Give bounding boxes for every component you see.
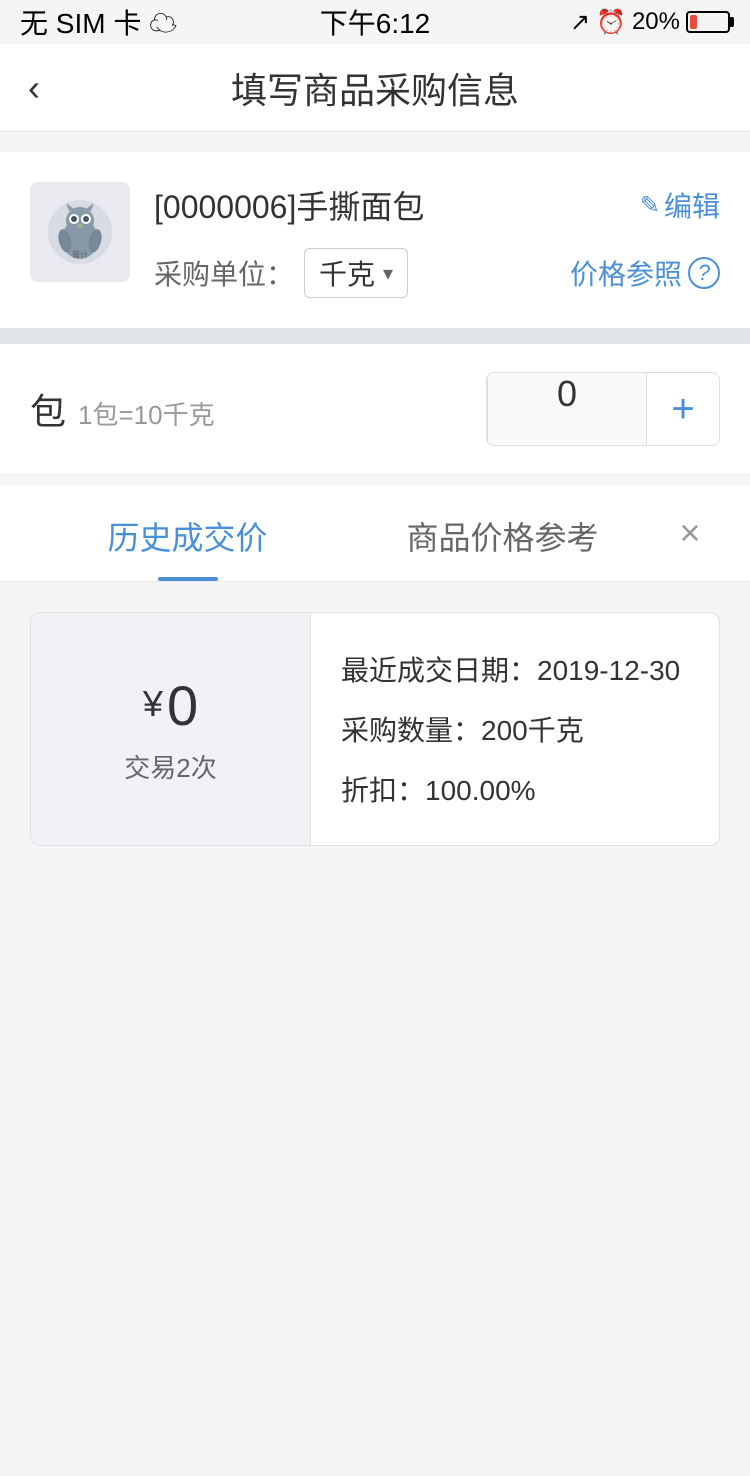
product-info: [0000006]手撕面包 ✎ 编辑 采购单位： 千克 ▾ 价格参照 ? [154, 182, 720, 298]
transaction-count: 交易2次 [124, 748, 216, 785]
info-icon: ? [688, 257, 720, 289]
quantity-value: 0 [487, 373, 647, 445]
transaction-price: ¥ 0 [143, 673, 198, 738]
quantity-row: 包 1包=10千克 0 + [0, 344, 750, 475]
status-right-group: ↗ ⏰ 20% [570, 8, 730, 37]
unit-select[interactable]: 千克 ▾ [304, 248, 408, 298]
discount-value: 100.00% [425, 775, 536, 806]
product-id: [0000006] [154, 189, 296, 225]
back-button[interactable]: ‹ [28, 67, 40, 109]
purchase-quantity-label: 采购数量： [341, 715, 481, 746]
tabs-container: 历史成交价 商品价格参考 × [0, 485, 750, 582]
status-signal: 无 SIM 卡 ☁ [20, 2, 177, 42]
tab-historical-price[interactable]: 历史成交价 [30, 485, 345, 581]
chevron-down-icon: ▾ [383, 261, 393, 286]
product-card: 餐计 [0000006]手撕面包 ✎ 编辑 采购单位： 千克 ▾ 价格参照 ? [0, 152, 750, 328]
battery-fill [690, 15, 697, 29]
tab-historical-price-label: 历史成交价 [107, 520, 267, 556]
transaction-card: ¥ 0 交易2次 最近成交日期：2019-12-30 采购数量：200千克 折扣… [30, 612, 720, 846]
quantity-unit: 包 [30, 383, 66, 435]
product-header: [0000006]手撕面包 ✎ 编辑 [154, 182, 720, 228]
status-battery-text: 20% [632, 8, 680, 36]
product-unit-row: 采购单位： 千克 ▾ 价格参照 ? [154, 248, 720, 298]
tab-close-button[interactable]: × [660, 503, 720, 563]
tab-price-reference[interactable]: 商品价格参考 [345, 485, 660, 581]
recent-date-label: 最近成交日期： [341, 655, 537, 686]
page-title: 填写商品采购信息 [231, 62, 519, 114]
tab-price-reference-label: 商品价格参考 [406, 520, 598, 556]
quantity-label-group: 包 1包=10千克 [30, 383, 215, 435]
transaction-section: ¥ 0 交易2次 最近成交日期：2019-12-30 采购数量：200千克 折扣… [0, 582, 750, 876]
purchase-quantity-row: 采购数量：200千克 [341, 709, 689, 749]
edit-label: 编辑 [664, 185, 720, 225]
status-time: 下午6:12 [320, 2, 431, 42]
status-bar: 无 SIM 卡 ☁ 下午6:12 ↗ ⏰ 20% [0, 0, 750, 44]
recent-date-row: 最近成交日期：2019-12-30 [341, 649, 689, 689]
svg-text:餐计: 餐计 [72, 249, 88, 259]
transaction-price-panel: ¥ 0 交易2次 [31, 613, 311, 845]
price-reference-button[interactable]: 价格参照 ? [570, 253, 720, 293]
product-logo-icon: 餐计 [45, 197, 115, 267]
edit-icon: ✎ [640, 191, 660, 220]
recent-date-value: 2019-12-30 [537, 655, 680, 686]
status-location-icon: ↗ [570, 8, 590, 37]
quantity-conversion: 1包=10千克 [78, 395, 215, 432]
status-alarm-icon: ⏰ [596, 8, 626, 37]
price-ref-label: 价格参照 [570, 253, 682, 293]
quantity-increment-button[interactable]: + [647, 373, 719, 445]
edit-button[interactable]: ✎ 编辑 [640, 185, 720, 225]
purchase-quantity-value: 200千克 [481, 715, 584, 746]
unit-label: 采购单位： 千克 ▾ [154, 248, 408, 298]
product-title: 手撕面包 [296, 189, 424, 225]
price-currency-symbol: ¥ [143, 683, 163, 725]
nav-bar: ‹ 填写商品采购信息 [0, 44, 750, 132]
unit-label-text: 采购单位： [154, 253, 294, 293]
transaction-details-panel: 最近成交日期：2019-12-30 采购数量：200千克 折扣：100.00% [311, 613, 719, 845]
product-name: [0000006]手撕面包 [154, 182, 424, 228]
unit-value: 千克 [319, 253, 375, 293]
product-thumbnail: 餐计 [30, 182, 130, 282]
price-value: 0 [167, 673, 198, 738]
discount-row: 折扣：100.00% [341, 769, 689, 809]
quantity-input-group: 0 + [486, 372, 720, 446]
bottom-space [0, 876, 750, 1476]
battery-icon [686, 11, 730, 33]
discount-label: 折扣： [341, 775, 425, 806]
section-divider [0, 328, 750, 344]
